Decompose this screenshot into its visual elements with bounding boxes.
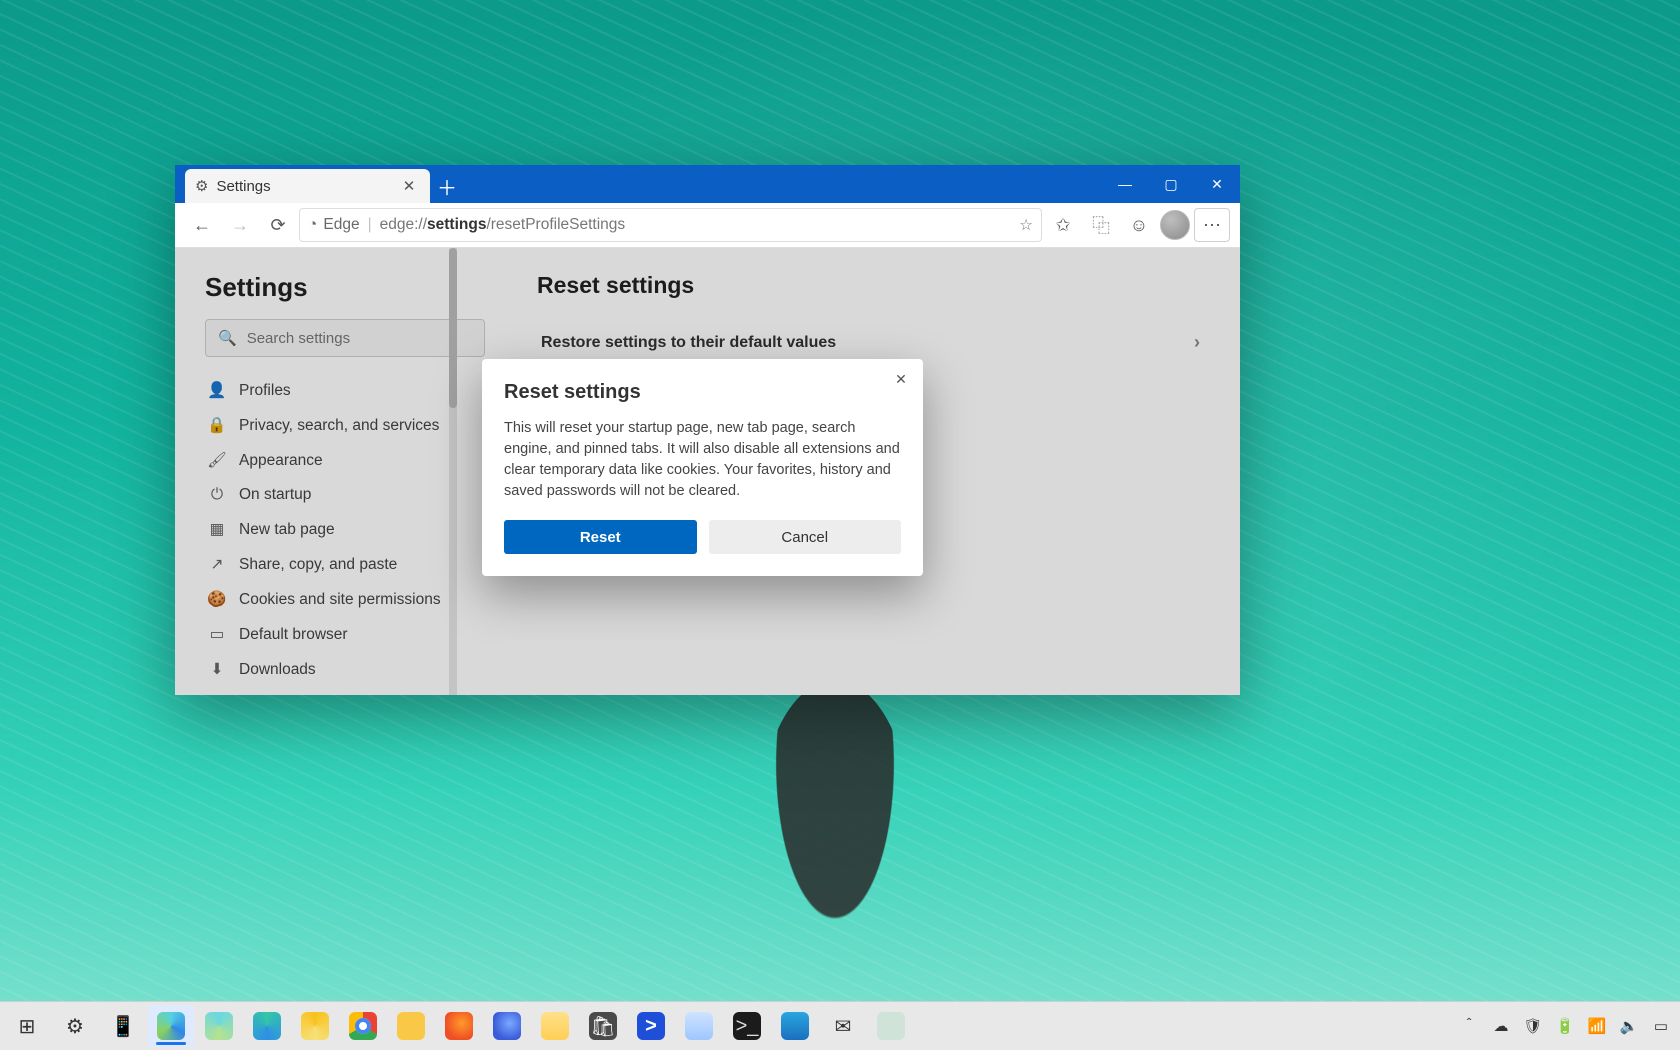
reset-settings-dialog: ✕ Reset settings This will reset your st… (482, 359, 923, 576)
taskbar-chrome[interactable] (340, 1005, 386, 1047)
refresh-button[interactable]: ⟳ (261, 209, 295, 241)
tray-onedrive[interactable]: ☁ (1486, 1005, 1516, 1047)
taskbar-edge-dev[interactable] (244, 1005, 290, 1047)
taskbar-chrome-canary[interactable] (388, 1005, 434, 1047)
taskbar-mail[interactable]: ✉ (820, 1005, 866, 1047)
feedback-button[interactable]: ☺ (1122, 209, 1156, 241)
taskbar-start[interactable]: ⊞ (4, 1005, 50, 1047)
taskbar-powershell[interactable]: > (628, 1005, 674, 1047)
browser-tab[interactable]: ⚙ Settings ✕ (185, 169, 430, 203)
taskbar-microsoft-store[interactable]: 🛍 (580, 1005, 626, 1047)
address-bar[interactable]: ◔ Edge | edge://settings/resetProfileSet… (299, 208, 1042, 242)
desktop-wallpaper: ⚙ Settings ✕ ＋ — ▢ ✕ ← → ⟳ ◔ Edge | (0, 0, 1680, 1050)
edge-window: ⚙ Settings ✕ ＋ — ▢ ✕ ← → ⟳ ◔ Edge | (175, 165, 1240, 695)
taskbar-settings[interactable]: ⚙ (52, 1005, 98, 1047)
browser-toolbar: ← → ⟳ ◔ Edge | edge://settings/resetProf… (175, 203, 1240, 248)
taskbar-terminal[interactable]: >_ (724, 1005, 770, 1047)
site-identity[interactable]: ◔ Edge (308, 216, 360, 234)
taskbar-drive[interactable] (868, 1005, 914, 1047)
forward-button[interactable]: → (223, 209, 257, 241)
tray-action-center[interactable]: ▭ (1646, 1005, 1676, 1047)
taskbar-firefox[interactable] (436, 1005, 482, 1047)
address-separator: | (368, 216, 372, 234)
dialog-close-button[interactable]: ✕ (887, 365, 915, 393)
favorites-button[interactable]: ✩ (1046, 209, 1080, 241)
tab-title: Settings (216, 178, 270, 195)
window-controls: — ▢ ✕ (1102, 165, 1240, 203)
dialog-title: Reset settings (504, 381, 901, 404)
taskbar-edge-beta[interactable] (196, 1005, 242, 1047)
collections-button[interactable]: ⿻ (1084, 209, 1118, 241)
close-window-button[interactable]: ✕ (1194, 165, 1240, 203)
profile-avatar[interactable] (1160, 210, 1190, 240)
taskbar-notepad[interactable] (676, 1005, 722, 1047)
tray-battery[interactable]: 🔋 (1550, 1005, 1580, 1047)
site-label: Edge (323, 216, 359, 234)
taskbar-your-phone[interactable]: 📱 (100, 1005, 146, 1047)
back-button[interactable]: ← (185, 209, 219, 241)
taskbar-edge[interactable] (148, 1005, 194, 1047)
minimize-button[interactable]: — (1102, 165, 1148, 203)
reset-button[interactable]: Reset (504, 520, 697, 554)
tray-volume[interactable]: 🔈 (1614, 1005, 1644, 1047)
url-text: edge://settings/resetProfileSettings (380, 216, 626, 234)
dialog-body: This will reset your startup page, new t… (504, 418, 901, 502)
tray-tray-overflow[interactable]: ＾ (1454, 1005, 1484, 1047)
favorite-star-icon[interactable]: ☆ (1019, 216, 1033, 235)
browser-content: Settings 🔍 Search settings 👤Profiles🔒Pri… (175, 248, 1240, 695)
more-menu-button[interactable]: ⋯ (1194, 208, 1230, 242)
tray-network[interactable]: 📶 (1582, 1005, 1612, 1047)
taskbar-firefox-dev[interactable] (484, 1005, 530, 1047)
titlebar[interactable]: ⚙ Settings ✕ ＋ — ▢ ✕ (175, 165, 1240, 203)
tray-defender[interactable]: 🛡 (1518, 1005, 1548, 1047)
edge-icon: ◔ (308, 216, 317, 234)
taskbar-file-explorer[interactable] (532, 1005, 578, 1047)
cancel-button[interactable]: Cancel (709, 520, 902, 554)
new-tab-button[interactable]: ＋ (430, 169, 464, 203)
gear-icon: ⚙ (195, 177, 208, 195)
taskbar-photos[interactable] (772, 1005, 818, 1047)
maximize-button[interactable]: ▢ (1148, 165, 1194, 203)
taskbar-edge-canary[interactable] (292, 1005, 338, 1047)
wallpaper-penguin (760, 680, 910, 960)
taskbar[interactable]: ⊞⚙📱 🛍> >_ ✉ ＾☁🛡🔋📶🔈▭ (0, 1001, 1680, 1050)
tab-close-button[interactable]: ✕ (398, 175, 420, 197)
